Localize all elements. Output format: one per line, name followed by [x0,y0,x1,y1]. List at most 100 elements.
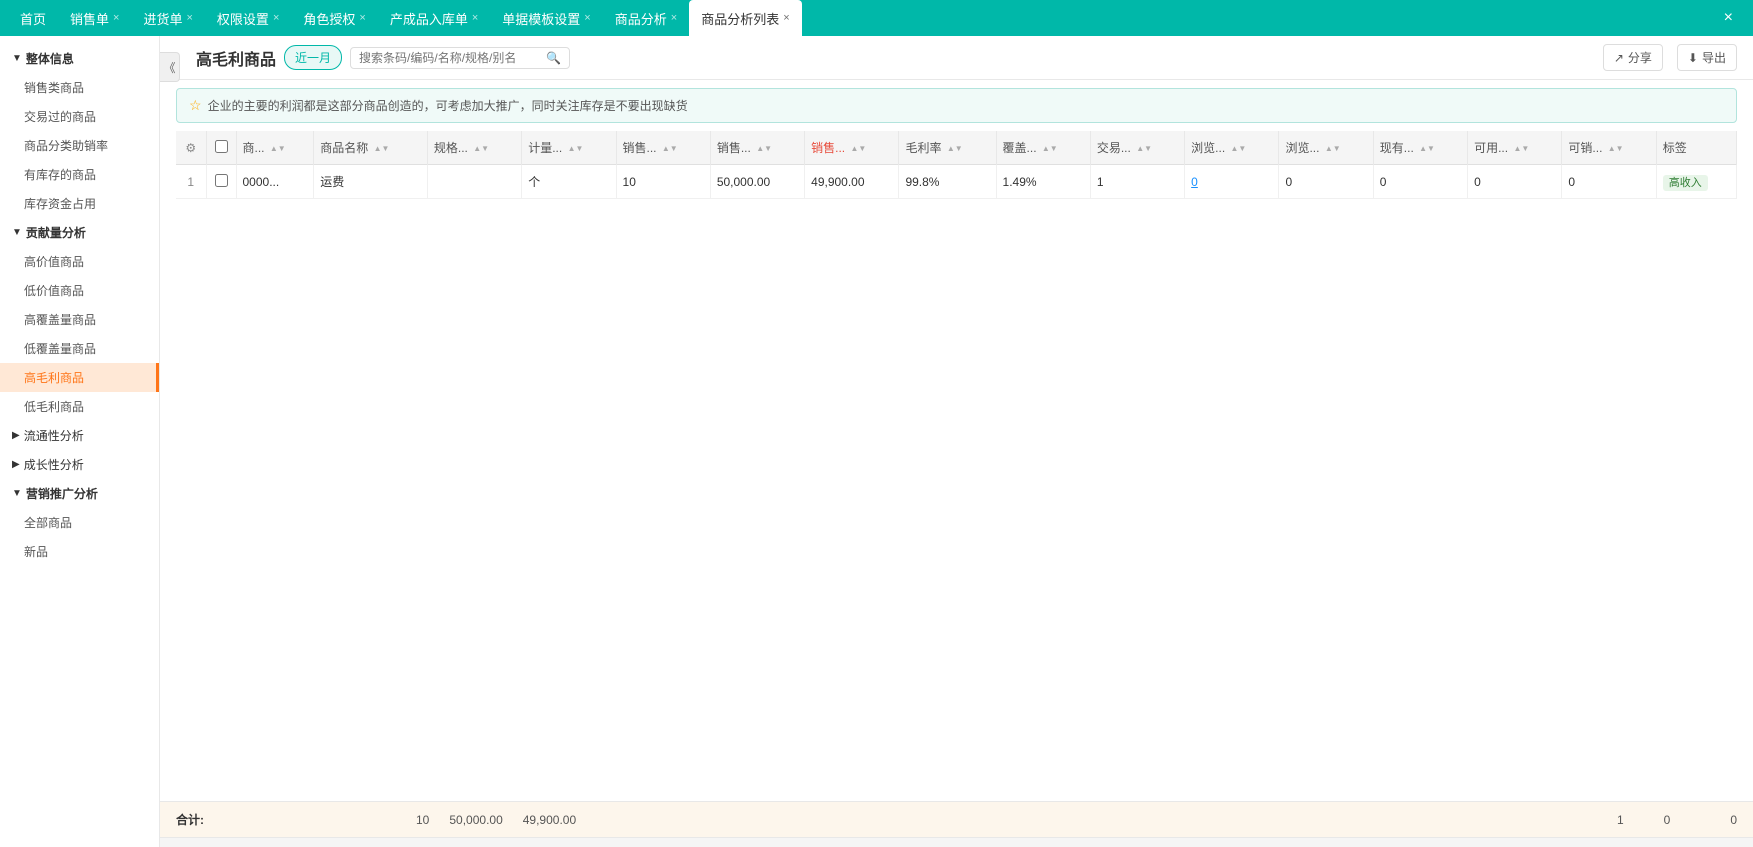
content-header: 高毛利商品 近一月 🔍 ↗ 分享 ⬇ 导出 [160,36,1753,80]
sidebar-item-stock-capital[interactable]: 库存资金占用 [0,189,159,218]
nav-role[interactable]: 角色授权 × [291,0,377,36]
sidebar-item-new-goods[interactable]: 新品 [0,537,159,566]
col-sellable-stock: 可销... ▲▼ [1562,131,1656,165]
row-checkbox[interactable] [215,174,228,187]
footer-current-stock: 0 [1664,813,1671,827]
sidebar-group-contribution[interactable]: ▼ 贡献量分析 [0,218,159,247]
share-button[interactable]: ↗ 分享 [1603,44,1663,71]
cell-coverage: 1.49% [996,165,1090,199]
table-row: 1 0000... 运费 个 10 50,000.00 49,900.00 99 [176,165,1737,199]
sidebar-item-in-stock[interactable]: 有库存的商品 [0,160,159,189]
sidebar-item-high-margin[interactable]: 高毛利商品 [0,363,159,392]
cell-transactions: 1 [1090,165,1184,199]
table-header-row: ⚙ 商... ▲▼ 商品名称 ▲▼ [176,131,1737,165]
arrow-icon-4: ▶ [12,459,20,470]
cell-sales-count: 10 [616,165,710,199]
search-input[interactable] [359,51,542,65]
nav-product-inbound[interactable]: 产成品入库单 × [378,0,490,36]
sidebar-item-low-value[interactable]: 低价值商品 [0,276,159,305]
col-checkbox [206,131,236,165]
sidebar-item-low-margin[interactable]: 低毛利商品 [0,392,159,421]
footer-label: 合计: [176,811,204,828]
footer-available-stock: 0 [1730,813,1737,827]
footer-sales-amount: 50,000.00 [449,813,502,827]
col-transactions: 交易... ▲▼ [1090,131,1184,165]
sidebar-group-overall[interactable]: ▼ 整体信息 [0,44,159,73]
footer-sales-count: 10 [416,813,429,827]
alert-icon: ☆ [189,97,202,114]
export-button[interactable]: ⬇ 导出 [1677,44,1737,71]
window-close-button[interactable]: × [1712,9,1745,27]
col-sales-profit: 销售... ▲▼ [805,131,899,165]
content-area: 《 高毛利商品 近一月 🔍 ↗ 分享 ⬇ 导出 [160,36,1753,847]
cell-tag: 高收入 [1656,165,1736,199]
col-sku: 商... ▲▼ [236,131,314,165]
cell-gross-margin: 99.8% [899,165,996,199]
col-current-stock: 现有... ▲▼ [1373,131,1467,165]
col-tag: 标签 [1656,131,1736,165]
cell-sellable-stock: 0 [1562,165,1656,199]
footer-sales-profit: 49,900.00 [523,813,576,827]
col-sales-amount: 销售... ▲▼ [710,131,804,165]
sidebar-item-high-coverage[interactable]: 高覆盖量商品 [0,305,159,334]
table-container: ⚙ 商... ▲▼ 商品名称 ▲▼ [160,131,1753,801]
sidebar: ▼ 整体信息 销售类商品 交易过的商品 商品分类助销率 有库存的商品 库存资金占… [0,36,160,847]
arrow-icon-5: ▼ [12,488,22,499]
cell-sales-profit: 49,900.00 [805,165,899,199]
sidebar-group-marketing[interactable]: ▼ 营销推广分析 [0,479,159,508]
bottom-scrollbar [160,837,1753,847]
nav-sales[interactable]: 销售单 × [58,0,131,36]
col-spec: 规格... ▲▼ [427,131,521,165]
close-product-inbound-tab[interactable]: × [472,12,478,24]
col-settings[interactable]: ⚙ [176,131,206,165]
nav-template[interactable]: 单据模板设置 × [490,0,602,36]
sidebar-item-low-coverage[interactable]: 低覆盖量商品 [0,334,159,363]
search-box: 🔍 [350,47,570,69]
cell-name: 运费 [314,165,428,199]
col-sales-count: 销售... ▲▼ [616,131,710,165]
arrow-icon-3: ▶ [12,430,20,441]
share-icon: ↗ [1614,51,1624,65]
col-views2: 浏览... ▲▼ [1279,131,1373,165]
sidebar-item-category-rate[interactable]: 商品分类助销率 [0,131,159,160]
cell-available-stock: 0 [1468,165,1562,199]
nav-permission[interactable]: 权限设置 × [205,0,291,36]
nav-product-analysis[interactable]: 商品分析 × [603,0,689,36]
close-permission-tab[interactable]: × [273,12,279,24]
arrow-icon: ▼ [12,53,22,64]
close-product-analysis-list-tab[interactable]: × [783,12,789,24]
nav-home[interactable]: 首页 [8,0,58,36]
select-all-checkbox[interactable] [215,140,228,153]
sidebar-toggle-button[interactable]: 《 [160,52,180,82]
sidebar-item-traded-goods[interactable]: 交易过的商品 [0,102,159,131]
cell-sku: 0000... [236,165,314,199]
close-sales-tab[interactable]: × [113,12,119,24]
search-icon[interactable]: 🔍 [546,51,561,65]
cell-current-stock: 0 [1373,165,1467,199]
sidebar-item-all-goods[interactable]: 全部商品 [0,508,159,537]
col-available-stock: 可用... ▲▼ [1468,131,1562,165]
nav-product-analysis-list[interactable]: 商品分析列表 × [689,0,801,36]
sidebar-group-liquidity[interactable]: ▶ 流通性分析 [0,421,159,450]
close-purchase-tab[interactable]: × [186,12,192,24]
cell-views1: 0 [1185,165,1279,199]
cell-checkbox [206,165,236,199]
close-product-analysis-tab[interactable]: × [671,12,677,24]
filter-recent-month-button[interactable]: 近一月 [284,45,342,70]
arrow-icon-2: ▼ [12,227,22,238]
export-icon: ⬇ [1688,51,1698,65]
sidebar-item-high-value[interactable]: 高价值商品 [0,247,159,276]
footer-transactions: 1 [1617,813,1624,827]
close-template-tab[interactable]: × [584,12,590,24]
sidebar-group-growth[interactable]: ▶ 成长性分析 [0,450,159,479]
col-views1: 浏览... ▲▼ [1185,131,1279,165]
cell-sales-amount: 50,000.00 [710,165,804,199]
close-role-tab[interactable]: × [359,12,365,24]
nav-purchase[interactable]: 进货单 × [131,0,204,36]
col-coverage: 覆盖... ▲▼ [996,131,1090,165]
col-gross-margin: 毛利率 ▲▼ [899,131,996,165]
col-unit: 计量... ▲▼ [522,131,616,165]
sidebar-item-sales-goods[interactable]: 销售类商品 [0,73,159,102]
col-name: 商品名称 ▲▼ [314,131,428,165]
page-title: 高毛利商品 [196,46,276,70]
